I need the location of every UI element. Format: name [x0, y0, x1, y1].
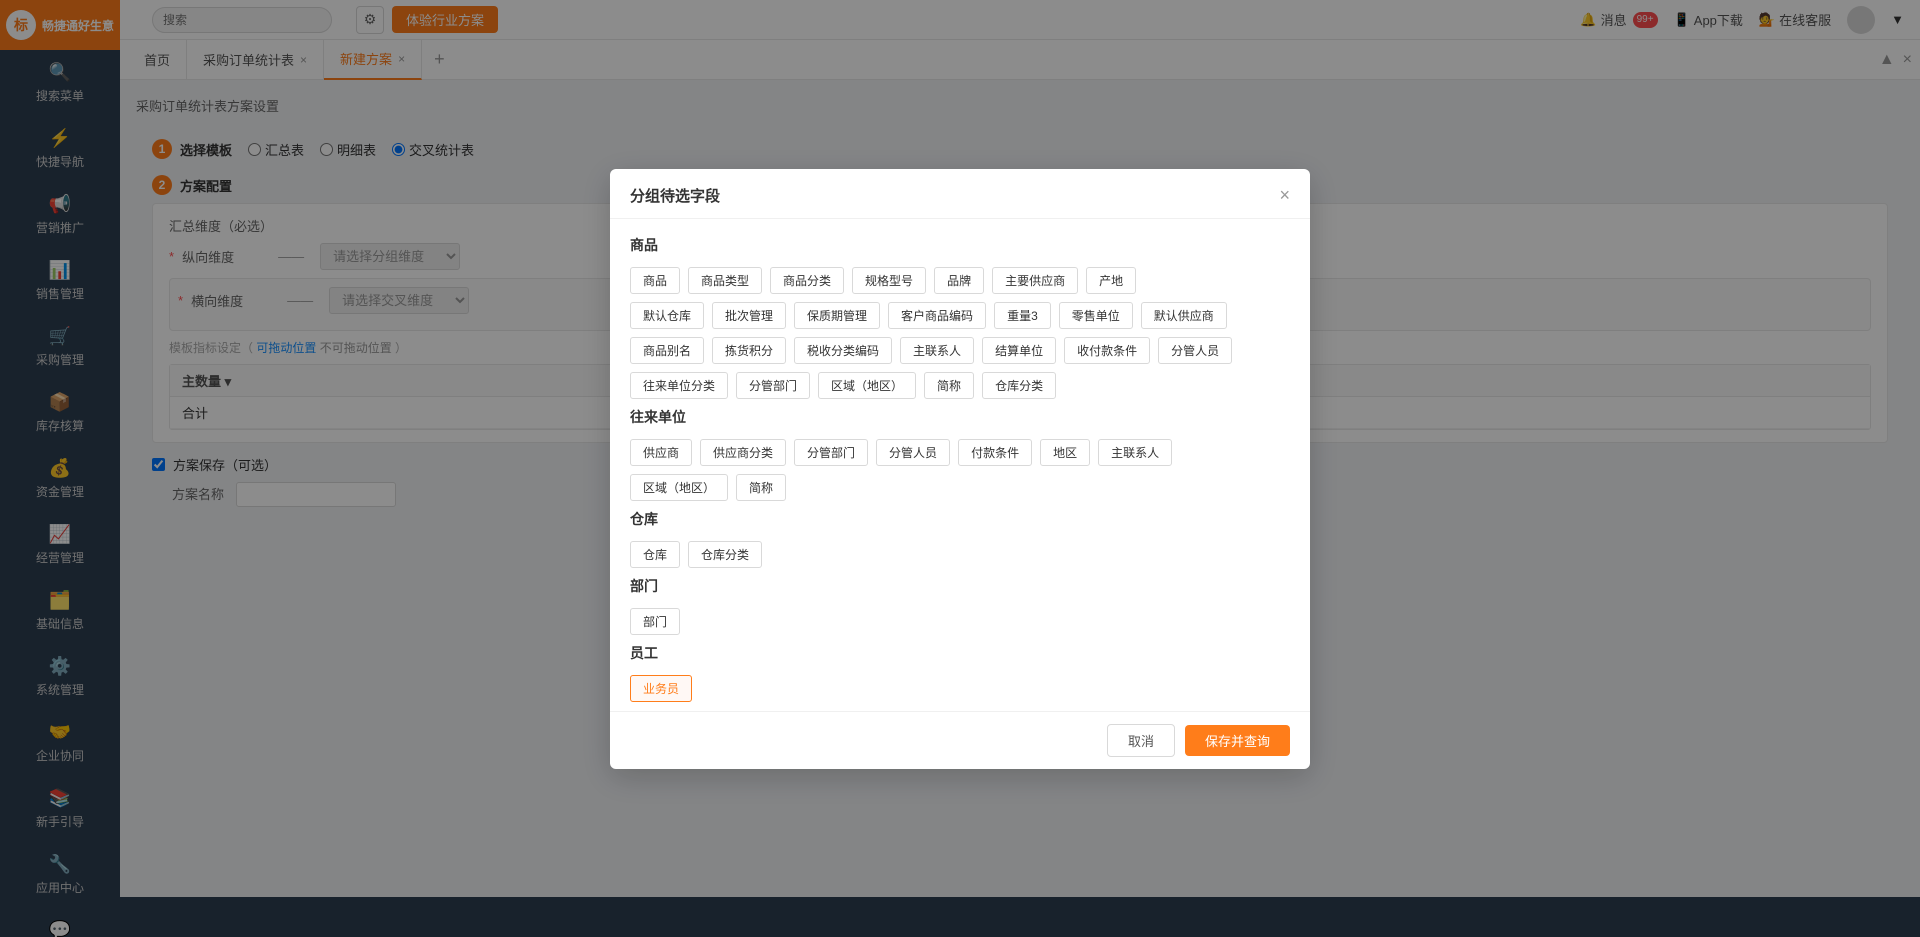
- chip-main-supplier[interactable]: 主要供应商: [992, 267, 1078, 294]
- chips-row-partner-1: 供应商 供应商分类 分管部门 分管人员 付款条件 地区 主联系人: [630, 439, 1290, 466]
- chip-pick-points[interactable]: 拣货积分: [712, 337, 786, 364]
- chips-row-goods-3: 商品别名 拣货积分 税收分类编码 主联系人 结算单位 收付款条件 分管人员: [630, 337, 1290, 364]
- cancel-button[interactable]: 取消: [1107, 724, 1175, 757]
- chip-dept[interactable]: 分管部门: [736, 372, 810, 399]
- modal-body: 商品 商品 商品类型 商品分类 规格型号 品牌 主要供应商 产地 默认仓库 批次…: [610, 219, 1310, 711]
- chips-row-warehouse: 仓库 仓库分类: [630, 541, 1290, 568]
- chip-supervisor[interactable]: 分管人员: [1158, 337, 1232, 364]
- chip-warehouse-cat[interactable]: 仓库分类: [982, 372, 1056, 399]
- chip-customer-code[interactable]: 客户商品编码: [888, 302, 986, 329]
- chip-partner-short[interactable]: 简称: [736, 474, 786, 501]
- chip-settlement-unit[interactable]: 结算单位: [982, 337, 1056, 364]
- confirm-button[interactable]: 保存并查询: [1185, 725, 1290, 756]
- chip-salesperson[interactable]: 业务员: [630, 675, 692, 702]
- chip-region[interactable]: 区域（地区）: [818, 372, 916, 399]
- chips-row-goods-1: 商品 商品类型 商品分类 规格型号 品牌 主要供应商 产地: [630, 267, 1290, 294]
- modal-title: 分组待选字段: [630, 185, 720, 206]
- modal-footer: 取消 保存并查询: [610, 711, 1310, 769]
- chip-default-supplier[interactable]: 默认供应商: [1141, 302, 1227, 329]
- chip-payment-condition[interactable]: 付款条件: [958, 439, 1032, 466]
- chips-row-partner-2: 区域（地区） 简称: [630, 474, 1290, 501]
- chip-area[interactable]: 地区: [1040, 439, 1090, 466]
- chip-partner-supervisor[interactable]: 分管人员: [876, 439, 950, 466]
- chip-goods[interactable]: 商品: [630, 267, 680, 294]
- chip-default-warehouse[interactable]: 默认仓库: [630, 302, 704, 329]
- chip-payment-terms[interactable]: 收付款条件: [1064, 337, 1150, 364]
- chip-batch-mgmt[interactable]: 批次管理: [712, 302, 786, 329]
- chip-wh-category[interactable]: 仓库分类: [688, 541, 762, 568]
- section-title-warehouse: 仓库: [630, 509, 1290, 529]
- chip-partner-region[interactable]: 区域（地区）: [630, 474, 728, 501]
- chip-goods-type[interactable]: 商品类型: [688, 267, 762, 294]
- chip-spec-model[interactable]: 规格型号: [852, 267, 926, 294]
- chips-row-dept: 部门: [630, 608, 1290, 635]
- modal-header: 分组待选字段 ×: [610, 169, 1310, 219]
- chip-retail-unit[interactable]: 零售单位: [1059, 302, 1133, 329]
- section-title-goods: 商品: [630, 235, 1290, 255]
- chip-supplier-category[interactable]: 供应商分类: [700, 439, 786, 466]
- chip-counterpart-category[interactable]: 往来单位分类: [630, 372, 728, 399]
- chip-expiry-mgmt[interactable]: 保质期管理: [794, 302, 880, 329]
- section-title-dept: 部门: [630, 576, 1290, 596]
- chip-brand[interactable]: 品牌: [934, 267, 984, 294]
- chips-row-goods-2: 默认仓库 批次管理 保质期管理 客户商品编码 重量3 零售单位 默认供应商: [630, 302, 1290, 329]
- chip-goods-category[interactable]: 商品分类: [770, 267, 844, 294]
- modal-close-icon[interactable]: ×: [1279, 186, 1290, 204]
- chip-department[interactable]: 部门: [630, 608, 680, 635]
- chip-short-name[interactable]: 简称: [924, 372, 974, 399]
- section-title-partner: 往来单位: [630, 407, 1290, 427]
- chip-origin[interactable]: 产地: [1086, 267, 1136, 294]
- field-select-modal: 分组待选字段 × 商品 商品 商品类型 商品分类 规格型号 品牌 主要供应商 产…: [610, 169, 1310, 769]
- chip-weight[interactable]: 重量3: [994, 302, 1051, 329]
- chip-tax-code[interactable]: 税收分类编码: [794, 337, 892, 364]
- chip-goods-alias[interactable]: 商品别名: [630, 337, 704, 364]
- chip-supplier[interactable]: 供应商: [630, 439, 692, 466]
- chip-partner-dept[interactable]: 分管部门: [794, 439, 868, 466]
- modal-overlay: 分组待选字段 × 商品 商品 商品类型 商品分类 规格型号 品牌 主要供应商 产…: [0, 0, 1920, 937]
- chip-main-contact[interactable]: 主联系人: [900, 337, 974, 364]
- chip-partner-contact[interactable]: 主联系人: [1098, 439, 1172, 466]
- section-title-staff: 员工: [630, 643, 1290, 663]
- chips-row-goods-4: 往来单位分类 分管部门 区域（地区） 简称 仓库分类: [630, 372, 1290, 399]
- chips-row-staff: 业务员: [630, 675, 1290, 702]
- chip-warehouse[interactable]: 仓库: [630, 541, 680, 568]
